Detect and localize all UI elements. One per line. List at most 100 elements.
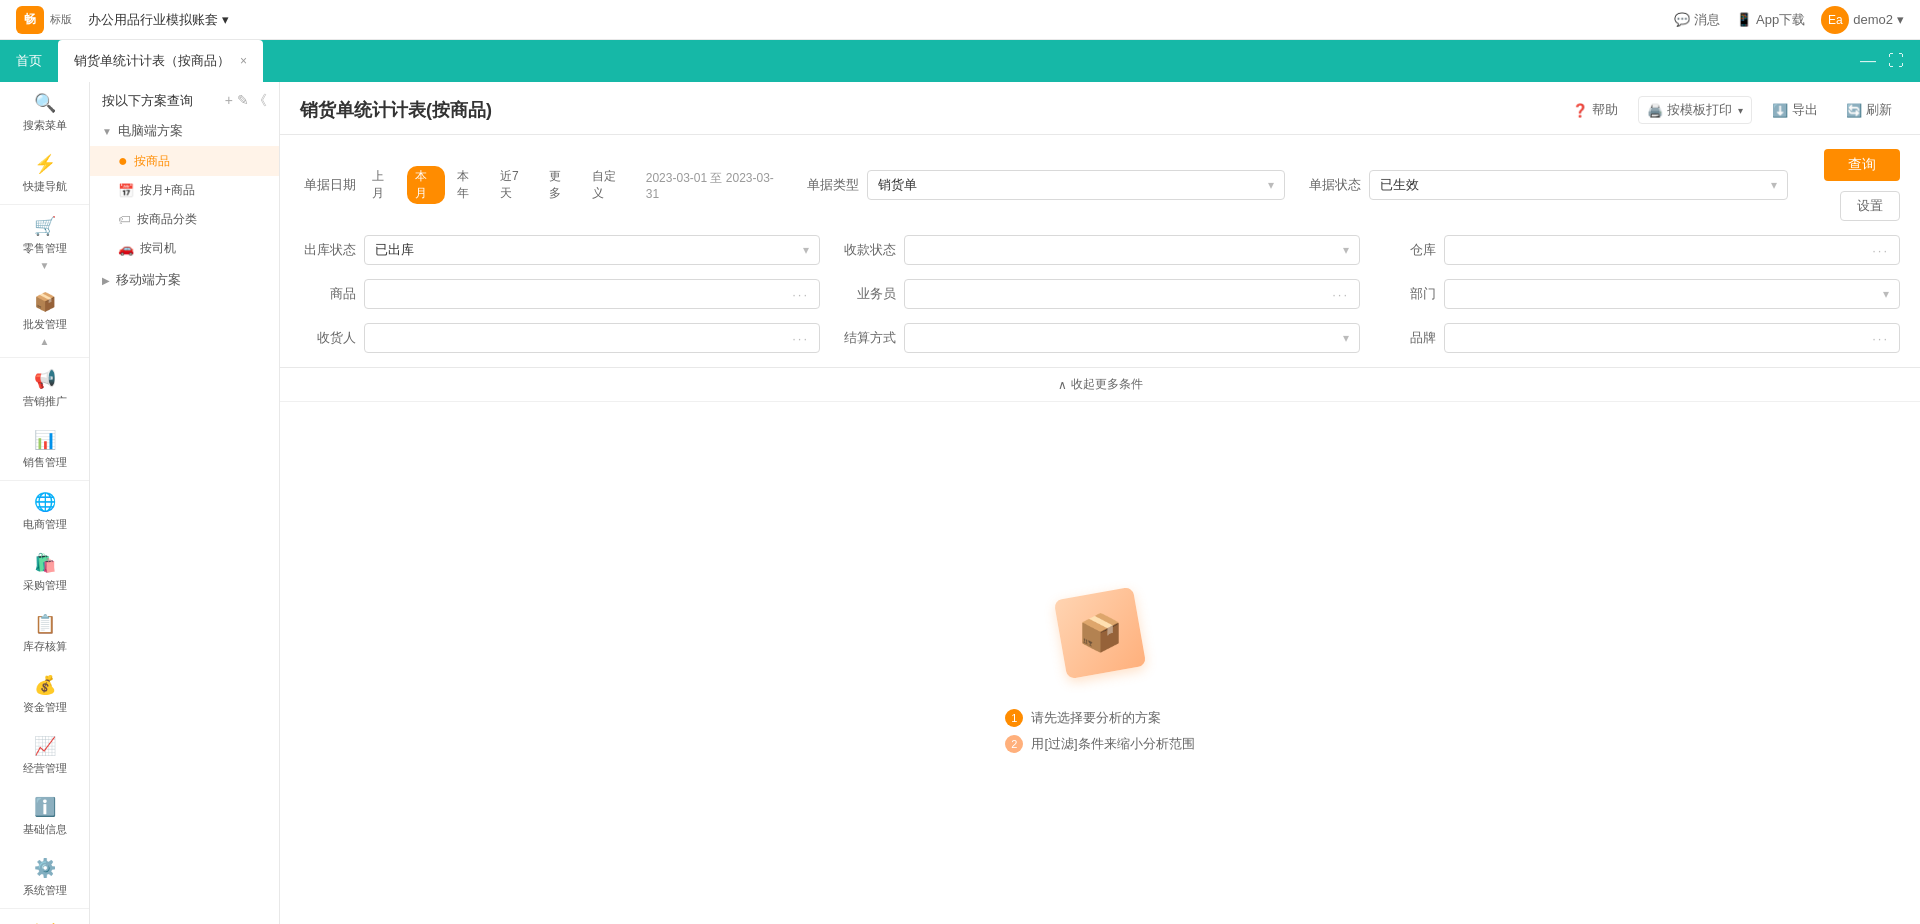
- sidebar-item-marketing[interactable]: 📢 营销推广: [0, 358, 89, 419]
- by-category-label: 按商品分类: [137, 211, 197, 228]
- date-tab-thismonth[interactable]: 本月: [407, 166, 446, 204]
- date-selector: 上月 本月 本年 近7天 更多 自定义 2023-03-01 至 2023-03…: [364, 166, 783, 204]
- dept-input[interactable]: ▾: [1444, 279, 1900, 309]
- sidebar-item-ops[interactable]: 📈 经营管理: [0, 725, 89, 786]
- edit-scheme-button[interactable]: ✎: [237, 92, 249, 110]
- warehouse-input[interactable]: ···: [1444, 235, 1900, 265]
- sidebar-item-basic[interactable]: ℹ️ 基础信息: [0, 786, 89, 847]
- docstatus-input[interactable]: 已生效 ▾: [1369, 170, 1788, 200]
- tab-minimize-button[interactable]: —: [1856, 48, 1880, 74]
- filter-item-dept: 部门 ▾: [1380, 279, 1900, 309]
- brand-input[interactable]: ···: [1444, 323, 1900, 353]
- ecom-icon: 🌐: [34, 491, 56, 513]
- by-machine-label: 按司机: [140, 240, 176, 257]
- tab-active[interactable]: 销货单统计计表（按商品） ×: [58, 40, 263, 82]
- tree-item-by-month-product[interactable]: 📅 按月+商品: [90, 176, 279, 205]
- sidebar-item-finance[interactable]: 💰 资金管理: [0, 664, 89, 725]
- collapse-bar[interactable]: ∧ 收起更多条件: [280, 368, 1920, 402]
- doctype-input[interactable]: 销货单 ▾: [867, 170, 1286, 200]
- left-panel: 按以下方案查询 + ✎ 《 ▼ 电脑端方案 ● 按商品 📅 按月+商品: [90, 82, 280, 924]
- app-selector-dropdown-icon: ▾: [222, 12, 229, 27]
- app-selector[interactable]: 办公用品行业模拟账套 ▾: [80, 7, 237, 33]
- app-name: 办公用品行业模拟账套: [88, 11, 218, 29]
- consignee-dots: ···: [792, 331, 809, 346]
- filter-item-salesperson: 业务员 ···: [840, 279, 1360, 309]
- tree-item-by-category[interactable]: 🏷 按商品分类: [90, 205, 279, 234]
- sidebar-item-search[interactable]: 🔍 搜索菜单: [0, 82, 89, 143]
- salesperson-label: 业务员: [840, 285, 896, 303]
- message-button[interactable]: 💬 消息: [1674, 11, 1720, 29]
- date-tab-custom[interactable]: 自定义: [584, 166, 634, 204]
- filter-item-goods: 商品 ···: [300, 279, 820, 309]
- user-menu[interactable]: Ea demo2 ▾: [1821, 6, 1904, 34]
- tree-item-by-product[interactable]: ● 按商品: [90, 146, 279, 176]
- filter-area: 单据日期 上月 本月 本年 近7天 更多 自定义 2023-03-01 至 20…: [280, 135, 1920, 368]
- goods-input[interactable]: ···: [364, 279, 820, 309]
- consignee-input[interactable]: ···: [364, 323, 820, 353]
- tree-item-by-machine[interactable]: 🚗 按司机: [90, 234, 279, 263]
- warehouse-dots: ···: [1872, 243, 1889, 258]
- tree-group-mobile-header[interactable]: ▶ 移动端方案: [90, 265, 279, 295]
- tree-group-mobile-arrow: ▶: [102, 275, 110, 286]
- tab-close-button[interactable]: ×: [240, 54, 247, 68]
- tree-group-pc-header[interactable]: ▼ 电脑端方案: [90, 116, 279, 146]
- settlement-input[interactable]: ▾: [904, 323, 1360, 353]
- tab-maximize-button[interactable]: ⛶: [1884, 48, 1908, 74]
- user-dropdown-icon: ▾: [1897, 12, 1904, 27]
- sidebar-item-retail[interactable]: 🛒 零售管理 ▼: [0, 205, 89, 281]
- outstatus-input[interactable]: 已出库 ▾: [364, 235, 820, 265]
- export-button[interactable]: ⬇️ 导出: [1764, 97, 1826, 123]
- collapse-panel-button[interactable]: 《: [253, 92, 267, 110]
- refresh-icon: 🔄: [1846, 103, 1862, 118]
- date-tab-thisyear[interactable]: 本年: [449, 166, 488, 204]
- paymentstatus-input[interactable]: ▾: [904, 235, 1360, 265]
- sidebar-item-wholesale[interactable]: 📦 批发管理 ▲: [0, 281, 89, 357]
- app-download-button[interactable]: 📱 App下载: [1736, 11, 1805, 29]
- filter-item-outstatus: 出库状态 已出库 ▾: [300, 235, 820, 265]
- collapse-label: 收起更多条件: [1071, 376, 1143, 393]
- help-label: 帮助: [1592, 101, 1618, 119]
- help-button[interactable]: ❓ 帮助: [1564, 97, 1626, 123]
- tree-group-pc-label: 电脑端方案: [118, 122, 183, 140]
- empty-tip-1: 1 请先选择要分析的方案: [1005, 709, 1194, 727]
- salesperson-input[interactable]: ···: [904, 279, 1360, 309]
- date-tab-lastmonth[interactable]: 上月: [364, 166, 403, 204]
- refresh-button[interactable]: 🔄 刷新: [1838, 97, 1900, 123]
- sidebar-item-coop[interactable]: 🤝 企业协同: [0, 909, 89, 924]
- paymentstatus-label: 收款状态: [840, 241, 896, 259]
- settings-button[interactable]: 设置: [1840, 191, 1900, 221]
- sidebar-item-stock[interactable]: 📋 库存核算: [0, 603, 89, 664]
- add-scheme-button[interactable]: +: [225, 92, 233, 110]
- sales-icon: 📊: [34, 429, 56, 451]
- tree-group-pc-arrow: ▼: [102, 126, 112, 137]
- sidebar-item-system[interactable]: ⚙️ 系统管理: [0, 847, 89, 908]
- sidebar-item-ecom[interactable]: 🌐 电商管理: [0, 481, 89, 542]
- outstatus-label: 出库状态: [300, 241, 356, 259]
- tab-home[interactable]: 首页: [0, 40, 58, 82]
- main-layout: 🔍 搜索菜单 ⚡ 快捷导航 🛒 零售管理 ▼ 📦 批发管理 ▲ 📢: [0, 82, 1920, 924]
- date-tab-more[interactable]: 更多: [541, 166, 580, 204]
- retail-expand-icon: ▼: [40, 260, 50, 271]
- docstatus-value: 已生效: [1380, 176, 1419, 194]
- date-tab-7days[interactable]: 近7天: [492, 166, 537, 204]
- print-label: 按模板打印: [1667, 101, 1732, 119]
- print-button[interactable]: 🖨️ 按模板打印 ▾: [1638, 96, 1752, 124]
- filter-item-doctype: 单据类型 销货单 ▾: [803, 170, 1286, 200]
- left-panel-header: 按以下方案查询 + ✎ 《: [90, 82, 279, 116]
- sidebar-item-purchase[interactable]: 🛍️ 采购管理: [0, 542, 89, 603]
- sidebar-item-quick[interactable]: ⚡ 快捷导航: [0, 143, 89, 204]
- wholesale-expand-icon: ▲: [40, 336, 50, 347]
- marketing-icon: 📢: [34, 368, 56, 390]
- sidebar: 🔍 搜索菜单 ⚡ 快捷导航 🛒 零售管理 ▼ 📦 批发管理 ▲ 📢: [0, 82, 90, 924]
- by-machine-icon: 🚗: [118, 241, 134, 256]
- tree-section: ▼ 电脑端方案 ● 按商品 📅 按月+商品 🏷 按商品分类 🚗 按司机: [90, 116, 279, 295]
- settlement-label: 结算方式: [840, 329, 896, 347]
- by-product-icon: ●: [118, 152, 128, 170]
- export-icon: ⬇️: [1772, 103, 1788, 118]
- retail-icon: 🛒: [34, 215, 56, 237]
- left-panel-title: 按以下方案查询: [102, 92, 193, 110]
- wholesale-icon: 📦: [34, 291, 56, 313]
- sidebar-item-sales[interactable]: 📊 销售管理: [0, 419, 89, 480]
- sidebar-section-ecom: 🌐 电商管理 🛍️ 采购管理 📋 库存核算 💰 资金管理 📈 经营管理 ℹ️: [0, 481, 89, 909]
- query-button[interactable]: 查询: [1824, 149, 1900, 181]
